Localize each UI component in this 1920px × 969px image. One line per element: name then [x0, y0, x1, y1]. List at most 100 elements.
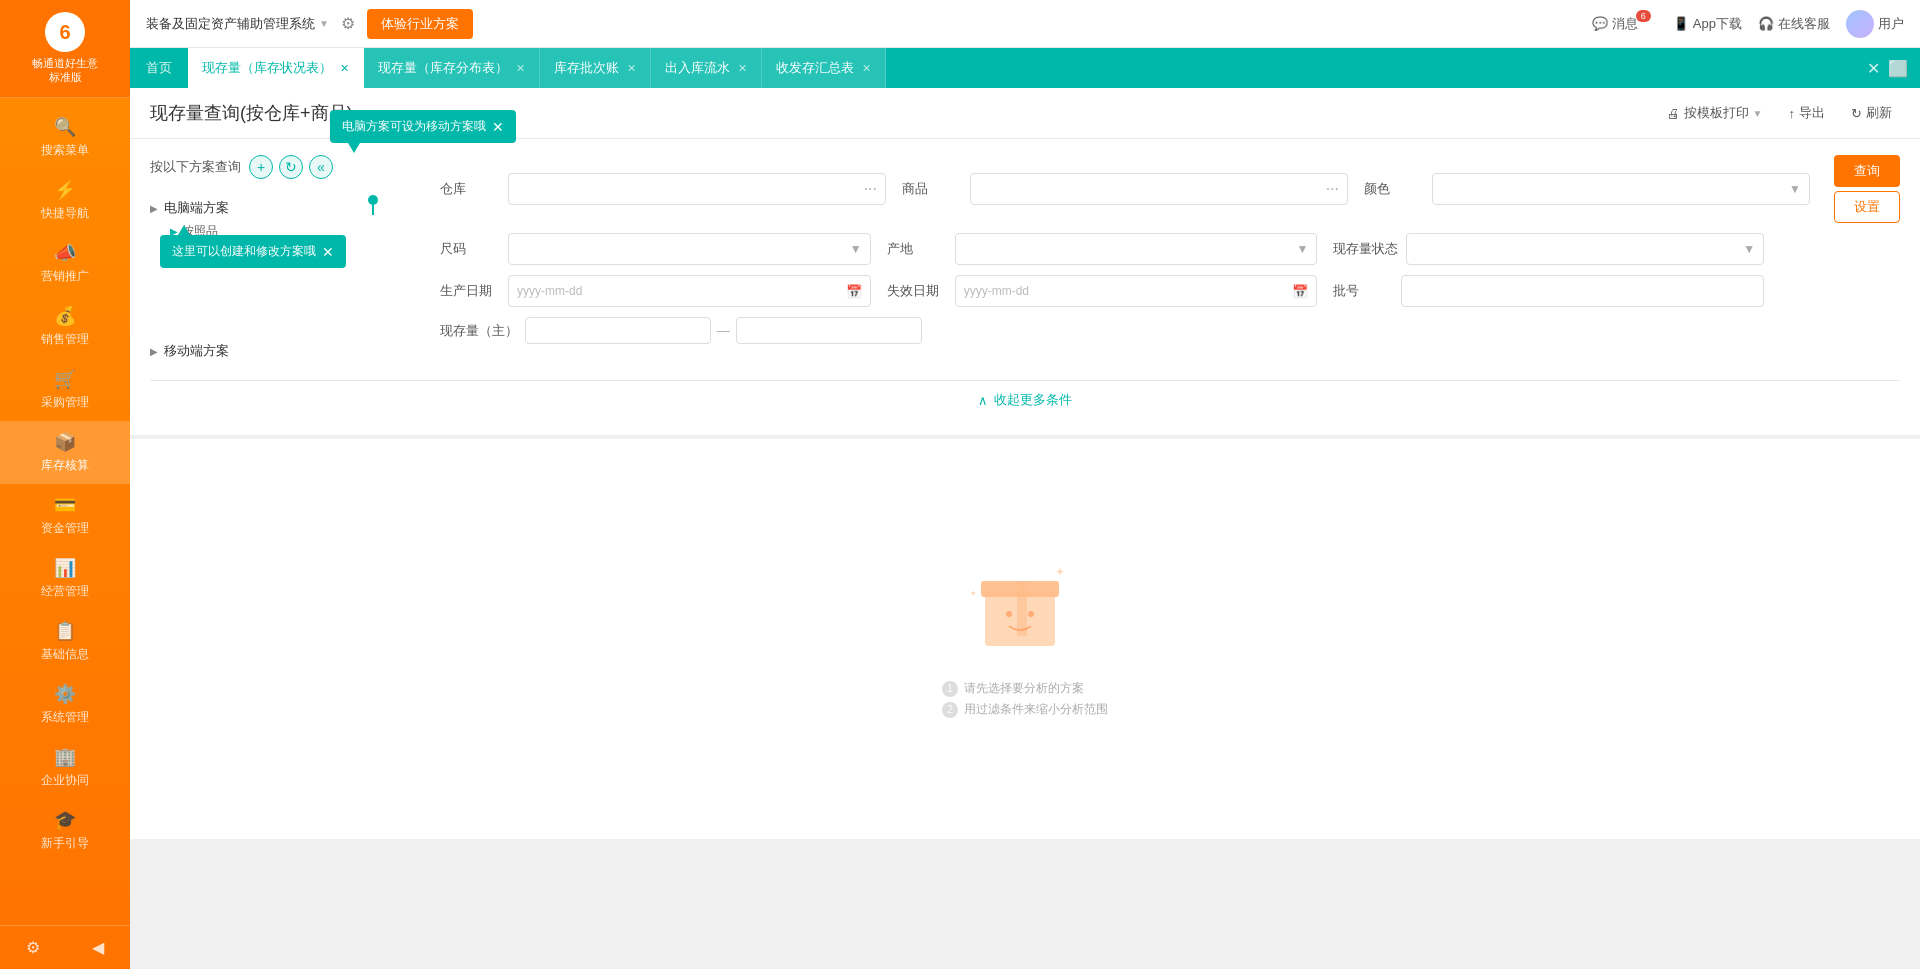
- settings-gear-icon[interactable]: ⚙: [341, 14, 355, 33]
- sidebar-item-sales[interactable]: 💰 销售管理: [0, 295, 130, 358]
- user-profile-button[interactable]: 用户: [1846, 10, 1904, 38]
- svg-text:✦: ✦: [1055, 565, 1065, 579]
- tab-collect-summary[interactable]: 收发存汇总表 ✕: [762, 48, 886, 88]
- tab-inventory-status[interactable]: 现存量（库存状况表） ✕: [188, 48, 364, 88]
- export-button[interactable]: ↑ 导出: [1781, 100, 1834, 126]
- tab-close-icon[interactable]: ✕: [627, 62, 636, 75]
- batch-label: 批号: [1333, 282, 1393, 300]
- sidebar-item-finance[interactable]: 💳 资金管理: [0, 484, 130, 547]
- print-dropdown-icon: ▼: [1753, 108, 1763, 119]
- sidebar-item-marketing[interactable]: 📣 营销推广: [0, 232, 130, 295]
- message-icon: 💬: [1592, 16, 1608, 31]
- filter-row-3: 生产日期 yyyy-mm-dd 📅 失效日期 yyyy-mm-dd 📅: [440, 275, 1900, 307]
- back-scheme-button[interactable]: «: [309, 155, 333, 179]
- query-button[interactable]: 查询: [1834, 155, 1900, 187]
- tab-batch-account[interactable]: 库存批次账 ✕: [540, 48, 651, 88]
- tab-actions: ✕ ⬜: [1855, 59, 1920, 78]
- online-support-button[interactable]: 🎧 在线客服: [1758, 15, 1830, 33]
- tab-inventory-dist[interactable]: 现存量（库存分布表） ✕: [364, 48, 540, 88]
- tab-home[interactable]: 首页: [130, 48, 188, 88]
- message-button[interactable]: 💬 消息 6: [1592, 15, 1657, 33]
- svg-point-3: [1006, 611, 1012, 617]
- size-field: 尺码 ▼: [440, 233, 871, 265]
- svg-rect-2: [1017, 581, 1027, 636]
- stock-qty-max-input[interactable]: [736, 317, 922, 344]
- origin-select[interactable]: ▼: [955, 233, 1318, 265]
- sidebar-item-quick-nav[interactable]: ⚡ 快捷导航: [0, 169, 130, 232]
- origin-arrow-icon: ▼: [1296, 242, 1308, 256]
- sidebar-item-guide[interactable]: 🎓 新手引导: [0, 799, 130, 862]
- add-scheme-button[interactable]: +: [249, 155, 273, 179]
- tab-maximize-icon[interactable]: ⬜: [1888, 59, 1908, 78]
- sidebar-item-purchase[interactable]: 🛒 采购管理: [0, 358, 130, 421]
- filter-panel: 按以下方案查询 + ↻ « 电脑方案可设为移动方案哦 ✕ ▶ 电脑端方案: [130, 139, 1920, 435]
- sidebar-item-label: 营销推广: [41, 268, 89, 285]
- expire-date-field: 失效日期 yyyy-mm-dd 📅: [887, 275, 1318, 307]
- goods-select[interactable]: ···: [970, 173, 1348, 205]
- collapse-sidebar-button[interactable]: ◀: [92, 938, 104, 957]
- step-num-2: 2: [942, 702, 958, 718]
- sidebar-item-label: 快捷导航: [41, 205, 89, 222]
- color-field: 颜色 ▼: [1364, 173, 1810, 205]
- stock-qty-min-input[interactable]: [525, 317, 711, 344]
- empty-step-2: 2 用过滤条件来缩小分析范围: [942, 701, 1108, 718]
- phone-icon: 📱: [1673, 16, 1689, 31]
- reset-button[interactable]: 设置: [1834, 191, 1900, 223]
- basic-icon: 📋: [54, 620, 76, 642]
- sidebar-item-inventory[interactable]: 📦 库存核算: [0, 421, 130, 484]
- settings-button[interactable]: ⚙: [26, 938, 40, 957]
- prod-date-input[interactable]: yyyy-mm-dd 📅: [508, 275, 871, 307]
- sidebar-item-enterprise[interactable]: 🏢 企业协同: [0, 736, 130, 799]
- online-support-label: 在线客服: [1778, 15, 1830, 33]
- stock-status-arrow-icon: ▼: [1743, 242, 1755, 256]
- tab-close-all-icon[interactable]: ✕: [1867, 59, 1880, 78]
- sidebar-item-label: 搜索菜单: [41, 142, 89, 159]
- size-select[interactable]: ▼: [508, 233, 871, 265]
- filter-row-2: 尺码 ▼ 产地 ▼ 现存量状态: [440, 233, 1900, 265]
- sidebar-item-system[interactable]: ⚙️ 系统管理: [0, 673, 130, 736]
- sidebar-item-label: 库存核算: [41, 457, 89, 474]
- expire-date-input[interactable]: yyyy-mm-dd 📅: [955, 275, 1318, 307]
- refresh-icon: ↻: [1851, 106, 1862, 121]
- empty-steps: 1 请先选择要分析的方案 2 用过滤条件来缩小分析范围: [942, 676, 1108, 722]
- refresh-scheme-button[interactable]: ↻: [279, 155, 303, 179]
- origin-label: 产地: [887, 240, 947, 258]
- app-download-button[interactable]: 📱 App下载: [1673, 15, 1742, 33]
- warehouse-select[interactable]: ···: [508, 173, 886, 205]
- stock-status-select[interactable]: ▼: [1406, 233, 1764, 265]
- tab-close-icon[interactable]: ✕: [862, 62, 871, 75]
- tab-in-out-flow[interactable]: 出入库流水 ✕: [651, 48, 762, 88]
- step-2-text: 用过滤条件来缩小分析范围: [964, 701, 1108, 718]
- batch-input[interactable]: [1401, 275, 1764, 307]
- collapse-bar[interactable]: ∧ 收起更多条件: [150, 380, 1900, 419]
- industry-plan-button[interactable]: 体验行业方案: [367, 9, 473, 39]
- tab-close-icon[interactable]: ✕: [340, 62, 349, 75]
- warehouse-field: 仓库 ···: [440, 173, 886, 205]
- empty-state: ✦ ✦ 1 请先选择要分析的方案 2 用过滤条件来缩小分析范围: [130, 439, 1920, 839]
- tab-close-icon[interactable]: ✕: [516, 62, 525, 75]
- sidebar-item-basic[interactable]: 📋 基础信息: [0, 610, 130, 673]
- size-arrow-icon: ▼: [850, 242, 862, 256]
- guide-icon: 🎓: [54, 809, 76, 831]
- sidebar-item-label: 经营管理: [41, 583, 89, 600]
- filter-row-1: 仓库 ··· 商品 ··· 颜色: [440, 155, 1900, 223]
- sidebar-item-search-menu[interactable]: 🔍 搜索菜单: [0, 106, 130, 169]
- stock-status-label: 现存量状态: [1333, 240, 1398, 258]
- color-select[interactable]: ▼: [1432, 173, 1810, 205]
- sidebar-item-operations[interactable]: 📊 经营管理: [0, 547, 130, 610]
- svg-point-4: [1028, 611, 1034, 617]
- refresh-button[interactable]: ↻ 刷新: [1843, 100, 1900, 126]
- tooltip-scheme-create: 这里可以创建和修改方案哦 ✕: [160, 235, 346, 268]
- tab-close-icon[interactable]: ✕: [738, 62, 747, 75]
- stock-qty-range: —: [525, 317, 922, 344]
- finance-icon: 💳: [54, 494, 76, 516]
- refresh-label: 刷新: [1866, 104, 1892, 122]
- content-area: 现存量查询(按仓库+商品) 🖨 按模板打印 ▼ ↑ 导出 ↻ 刷新: [130, 88, 1920, 969]
- template-print-button[interactable]: 🖨 按模板打印 ▼: [1659, 100, 1771, 126]
- tooltip-close-button[interactable]: ✕: [492, 119, 504, 135]
- system-name-dropdown[interactable]: 装备及固定资产辅助管理系统 ▼: [146, 15, 329, 33]
- dropdown-arrow-icon: ▼: [319, 18, 329, 29]
- tooltip-scheme-mobile: 电脑方案可设为移动方案哦 ✕: [330, 110, 516, 143]
- calendar2-icon: 📅: [1292, 284, 1308, 299]
- tooltip2-close-button[interactable]: ✕: [322, 244, 334, 260]
